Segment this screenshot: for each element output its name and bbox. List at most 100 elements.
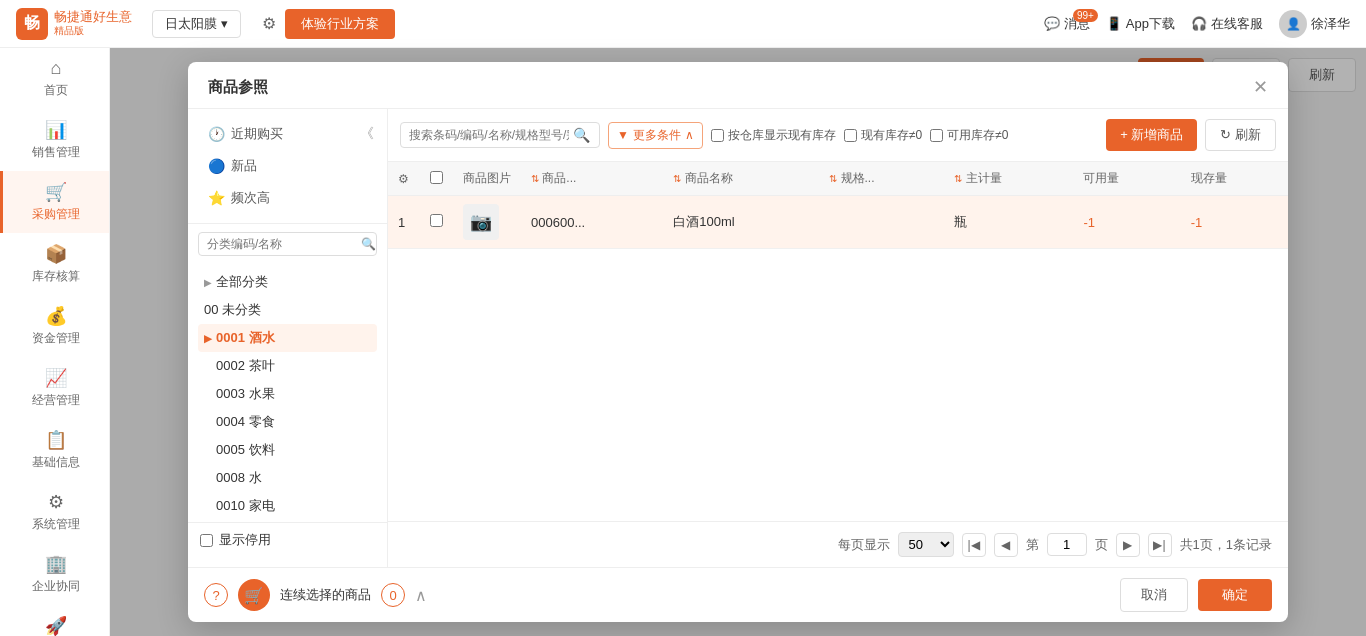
guide-icon: 🚀 (45, 615, 67, 636)
current-stock-label: 现有库存≠0 (861, 127, 922, 144)
sidebar-item-home[interactable]: ⌂ 首页 (0, 48, 109, 109)
layout: ⌂ 首页 📊 销售管理 🛒 采购管理 📦 库存核算 💰 资金管理 📈 经营管理 … (0, 48, 1366, 636)
add-product-button[interactable]: + 新增商品 (1106, 119, 1197, 151)
available-stock-checkbox[interactable] (930, 129, 943, 142)
col-check (420, 162, 453, 196)
sort-icon-name: ⇅ (673, 173, 681, 184)
col-available: 可用量 (1073, 162, 1180, 196)
cat-0001[interactable]: ▶ 0001 酒水 (198, 324, 377, 352)
display-stopped[interactable]: 显示停用 (188, 522, 387, 557)
product-reference-dialog: 商品参照 ✕ 🕐 近期购买 (188, 62, 1288, 622)
current-stock-checkbox-group[interactable]: 现有库存≠0 (844, 127, 922, 144)
page-last-btn[interactable]: ▶| (1148, 533, 1172, 557)
per-page-label: 每页显示 (838, 536, 890, 554)
page-prev-btn[interactable]: ◀ (994, 533, 1018, 557)
cat-0010[interactable]: 0010 家电 (198, 492, 377, 520)
basic-icon: 📋 (45, 429, 67, 451)
tab-frequent[interactable]: ⭐ 频次高 (198, 183, 377, 213)
col-img: 商品图片 (453, 162, 521, 196)
quick-tabs: 🕐 近期购买 《 🔵 新品 ⭐ 频次高 (188, 119, 387, 224)
product-search-box[interactable]: 🔍 (400, 122, 600, 148)
display-stopped-checkbox[interactable] (200, 534, 213, 547)
cat-0003[interactable]: 0003 水果 (198, 380, 377, 408)
col-settings[interactable]: ⚙ (388, 162, 420, 196)
row-index: 1 (388, 196, 420, 249)
help-icon[interactable]: ? (204, 583, 228, 607)
col-unit[interactable]: ⇅ 主计量 (944, 162, 1073, 196)
cat-0002[interactable]: 0002 茶叶 (198, 352, 377, 380)
sidebar-item-inventory[interactable]: 📦 库存核算 (0, 233, 109, 295)
search-icon[interactable]: 🔍 (573, 127, 590, 143)
search-icon[interactable]: 🔍 (361, 237, 376, 251)
display-stopped-label: 显示停用 (219, 531, 271, 549)
cancel-button[interactable]: 取消 (1120, 578, 1188, 612)
product-search-input[interactable] (409, 128, 569, 142)
cat-all[interactable]: ▶ 全部分类 (198, 268, 377, 296)
sidebar-item-enterprise[interactable]: 🏢 企业协同 (0, 543, 109, 605)
collapse-icon[interactable]: 《 (357, 124, 377, 144)
purchase-icon: 🛒 (45, 181, 67, 203)
sidebar-item-finance[interactable]: 💰 资金管理 (0, 295, 109, 357)
warehouse-stock-checkbox[interactable] (711, 129, 724, 142)
col-name[interactable]: ⇅ 商品名称 (663, 162, 819, 196)
user-profile[interactable]: 👤 徐泽华 (1279, 10, 1350, 38)
system-icon: ⚙ (48, 491, 64, 513)
available-stock-checkbox-group[interactable]: 可用库存≠0 (930, 127, 1008, 144)
branch-selector[interactable]: 日太阳膜 ▾ (152, 10, 241, 38)
warehouse-stock-checkbox-group[interactable]: 按仓库显示现有库存 (711, 127, 836, 144)
col-spec[interactable]: ⇅ 规格... (819, 162, 944, 196)
dialog-overlay: 商品参照 ✕ 🕐 近期购买 (110, 48, 1366, 636)
cat-0005[interactable]: 0005 饮料 (198, 436, 377, 464)
cat-0008[interactable]: 0008 水 (198, 464, 377, 492)
product-table-container: ⚙ 商品图片 ⇅ 商品... ⇅ 商品名称 (388, 162, 1288, 521)
row-check[interactable] (420, 196, 453, 249)
cat-0004[interactable]: 0004 零食 (198, 408, 377, 436)
tab-recent[interactable]: 🕐 近期购买 (198, 119, 293, 149)
settings-icon[interactable]: ⚙ (253, 8, 285, 40)
dialog-title: 商品参照 (208, 78, 268, 97)
sidebar: ⌂ 首页 📊 销售管理 🛒 采购管理 📦 库存核算 💰 资金管理 📈 经营管理 … (0, 48, 110, 636)
row-available: -1 (1073, 196, 1180, 249)
close-icon[interactable]: ✕ (1253, 76, 1268, 98)
sidebar-item-business[interactable]: 📈 经营管理 (0, 357, 109, 419)
logo: 畅 畅捷通好生意 精品版 (16, 8, 132, 40)
col-code[interactable]: ⇅ 商品... (521, 162, 663, 196)
sort-icon-unit: ⇅ (954, 173, 962, 184)
online-service-btn[interactable]: 🎧 在线客服 (1191, 15, 1263, 33)
cat-00[interactable]: 00 未分类 (198, 296, 377, 324)
main-content: 查询 设置 刷新 商品参照 ✕ (110, 48, 1366, 636)
footer-left: ? 🛒 连续选择的商品 0 ∧ (204, 579, 427, 611)
collapse-footer-icon[interactable]: ∧ (415, 586, 427, 605)
category-search-input[interactable] (207, 237, 357, 251)
current-stock-checkbox[interactable] (844, 129, 857, 142)
logo-icon: 畅 (16, 8, 48, 40)
tab-new[interactable]: 🔵 新品 (198, 151, 377, 181)
col-stock: 现存量 (1181, 162, 1288, 196)
headset-icon: 🎧 (1191, 16, 1207, 31)
table-row[interactable]: 1 📷 000600... 白酒100ml 瓶 (388, 196, 1288, 249)
sidebar-item-purchase[interactable]: 🛒 采购管理 (0, 171, 109, 233)
sidebar-item-basic[interactable]: 📋 基础信息 (0, 419, 109, 481)
confirm-button[interactable]: 确定 (1198, 579, 1272, 611)
page-input[interactable] (1047, 533, 1087, 556)
app-download-btn[interactable]: 📱 App下载 (1106, 15, 1175, 33)
sidebar-item-sales[interactable]: 📊 销售管理 (0, 109, 109, 171)
continuous-text: 连续选择的商品 (280, 586, 371, 604)
per-page-select[interactable]: 50 100 (898, 532, 954, 557)
page-first-btn[interactable]: |◀ (962, 533, 986, 557)
experience-btn[interactable]: 体验行业方案 (285, 9, 395, 39)
page-next-btn[interactable]: ▶ (1116, 533, 1140, 557)
enterprise-icon: 🏢 (45, 553, 67, 575)
refresh-table-button[interactable]: ↻ 刷新 (1205, 119, 1276, 151)
sidebar-item-system[interactable]: ⚙ 系统管理 (0, 481, 109, 543)
sidebar-label-inventory: 库存核算 (32, 268, 80, 285)
messages-btn[interactable]: 💬 消息 99+ (1044, 15, 1090, 33)
row-unit: 瓶 (944, 196, 1073, 249)
category-search[interactable]: 🔍 (198, 232, 377, 256)
sidebar-item-guide[interactable]: 🚀 新手引导 (0, 605, 109, 636)
more-filters-btn[interactable]: ▼ 更多条件 ∧ (608, 122, 703, 149)
cart-icon[interactable]: 🛒 (238, 579, 270, 611)
sidebar-label-sales: 销售管理 (32, 144, 80, 161)
select-all-checkbox[interactable] (430, 171, 443, 184)
available-stock-label: 可用库存≠0 (947, 127, 1008, 144)
